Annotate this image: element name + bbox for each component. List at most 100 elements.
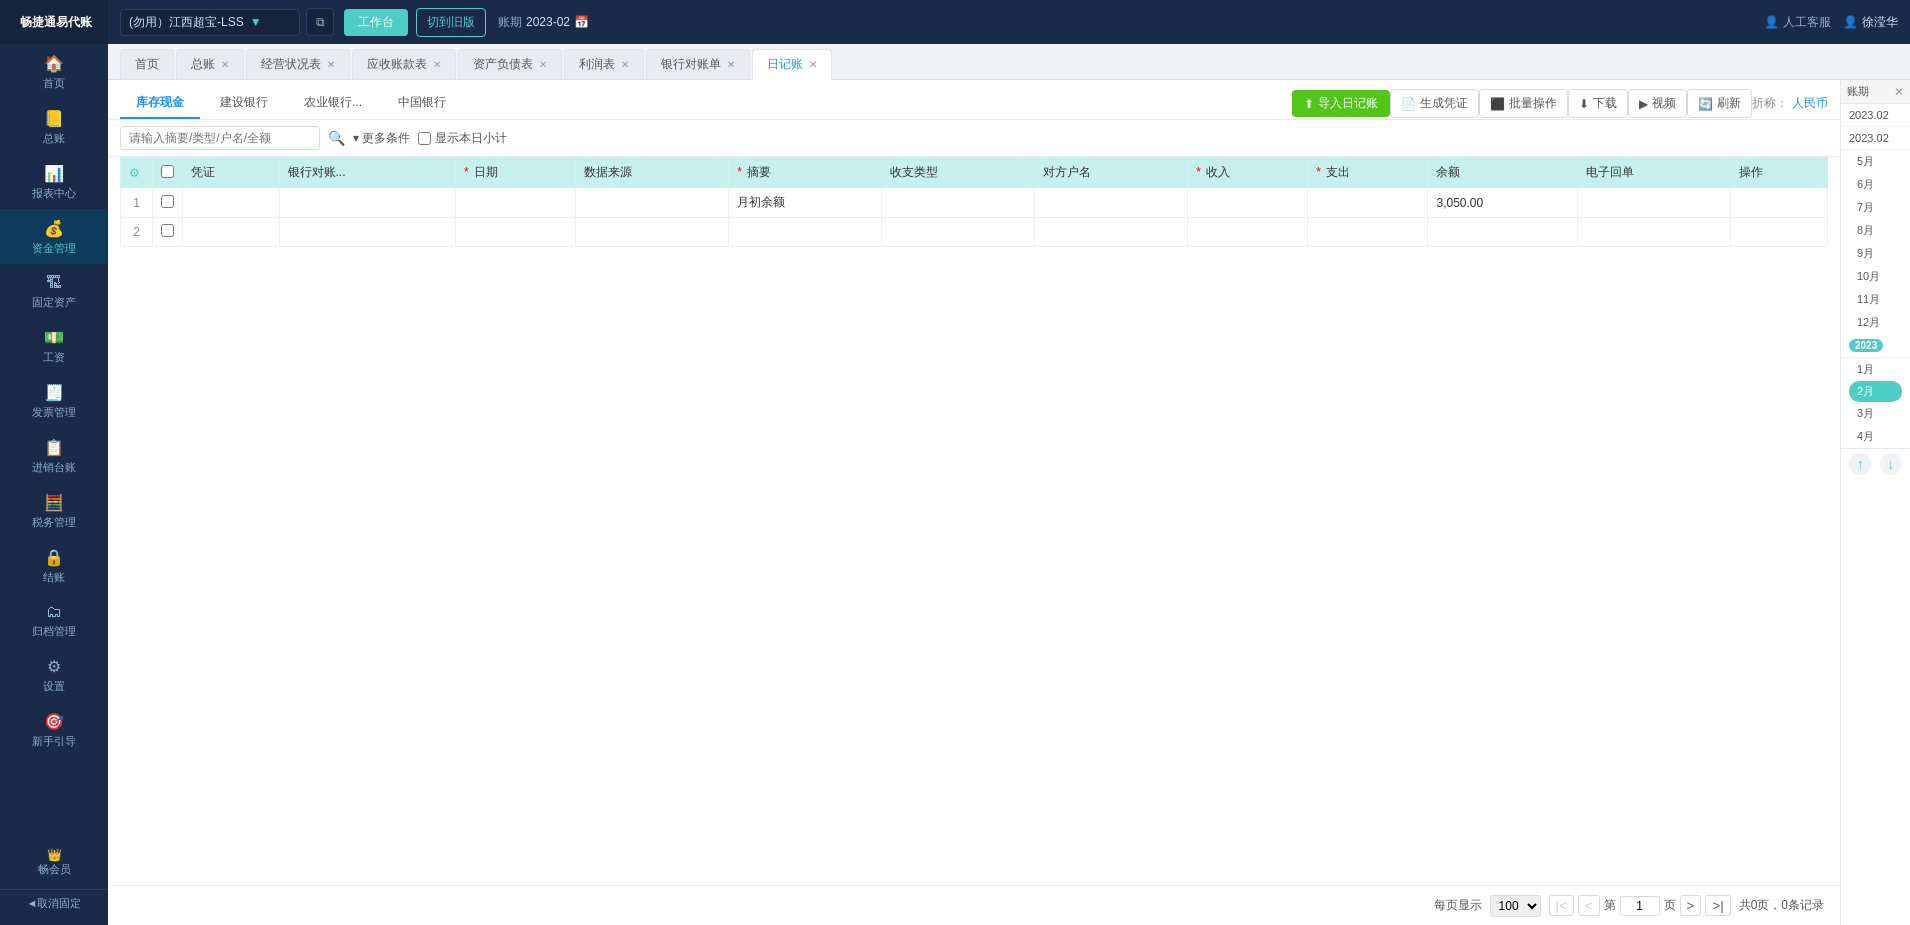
first-page-button[interactable]: |< xyxy=(1549,895,1574,916)
user-avatar-icon: 👤 xyxy=(1843,15,1858,29)
tab-journal[interactable]: 日记账 ✕ xyxy=(752,49,832,80)
today-subtotal-checkbox-label[interactable]: 显示本日小计 xyxy=(418,130,507,147)
import-journal-button[interactable]: ⬆ 导入日记账 xyxy=(1292,90,1390,117)
select-all-checkbox[interactable] xyxy=(161,165,174,178)
col-pay-type: 收支类型 xyxy=(882,158,1035,188)
date-month-8[interactable]: 8月 xyxy=(1841,219,1910,242)
row-2-checkbox[interactable] xyxy=(153,218,183,247)
batch-operation-button[interactable]: ⬛ 批量操作 xyxy=(1479,89,1568,118)
tab-home[interactable]: 首页 xyxy=(120,49,174,79)
sidebar-item-close[interactable]: 🔒 结账 xyxy=(0,538,108,593)
col-action: 操作 xyxy=(1731,158,1828,188)
column-settings-icon[interactable]: ⚙ xyxy=(129,166,140,180)
refresh-button[interactable]: 🔄 刷新 xyxy=(1687,89,1752,118)
tab-receivable-close-icon[interactable]: ✕ xyxy=(433,59,441,70)
page-number-input[interactable] xyxy=(1620,896,1660,916)
sub-tab-zhongguo[interactable]: 中国银行 xyxy=(382,88,462,119)
search-input[interactable] xyxy=(120,126,320,150)
more-filter-button[interactable]: ▾ 更多条件 xyxy=(353,130,410,147)
sub-tab-jianshe-label: 建设银行 xyxy=(220,95,268,109)
last-page-button[interactable]: >| xyxy=(1705,895,1730,916)
date-month-4[interactable]: 4月 xyxy=(1841,425,1910,448)
date-month-1[interactable]: 1月 xyxy=(1841,358,1910,381)
date-month-2-active[interactable]: 2月 xyxy=(1849,381,1902,402)
prev-page-button[interactable]: < xyxy=(1578,895,1600,916)
pagination: |< < 第 页 > >| xyxy=(1549,895,1731,916)
tab-assets[interactable]: 资产负债表 ✕ xyxy=(458,49,562,79)
date-month-9[interactable]: 9月 xyxy=(1841,242,1910,265)
col-balance: 余额 xyxy=(1428,158,1578,188)
date-year-item-top1[interactable]: 2023.02 xyxy=(1841,104,1910,127)
generate-voucher-button[interactable]: 📄 生成凭证 xyxy=(1390,89,1479,118)
date-month-7[interactable]: 7月 xyxy=(1841,196,1910,219)
sidebar-item-ledger[interactable]: 📒 总账 xyxy=(0,99,108,154)
table-header-row: ⚙ 凭证 银行对账... 日期 xyxy=(121,158,1828,188)
ledger-icon: 📒 xyxy=(44,109,64,128)
per-page-select[interactable]: 100 50 200 xyxy=(1490,895,1541,917)
tab-ledger-label: 总账 xyxy=(191,56,215,73)
tab-bank-close-icon[interactable]: ✕ xyxy=(727,59,735,70)
date-next-button[interactable]: ↓ xyxy=(1880,453,1902,475)
tab-status-close-icon[interactable]: ✕ xyxy=(327,59,335,70)
sub-tab-nongye[interactable]: 农业银行... xyxy=(288,88,378,119)
switch-version-button[interactable]: 切到旧版 xyxy=(416,8,486,37)
period-calendar-icon[interactable]: 📅 xyxy=(574,15,589,29)
tab-journal-close-icon[interactable]: ✕ xyxy=(809,59,817,70)
sidebar-item-settings[interactable]: ⚙ 设置 xyxy=(0,647,108,702)
workbench-button[interactable]: 工作台 xyxy=(344,9,408,36)
search-icon[interactable]: 🔍 xyxy=(328,130,345,146)
current-year-badge: 2023 xyxy=(1849,339,1883,352)
sidebar-item-archive[interactable]: 🗂 归档管理 xyxy=(0,593,108,647)
date-current-year[interactable]: 2023 xyxy=(1841,334,1910,358)
date-month-11[interactable]: 11月 xyxy=(1841,288,1910,311)
sidebar-item-vip[interactable]: 👑 畅会员 xyxy=(0,840,108,885)
sidebar-item-report[interactable]: 📊 报表中心 xyxy=(0,154,108,209)
date-month-10[interactable]: 10月 xyxy=(1841,265,1910,288)
date-panel-title: 账期 xyxy=(1847,84,1869,99)
date-month-5[interactable]: 5月 xyxy=(1841,150,1910,173)
download-button[interactable]: ⬇ 下载 xyxy=(1568,89,1628,118)
sidebar-item-assets-mgmt[interactable]: 💰 资金管理 xyxy=(0,209,108,264)
date-month-12[interactable]: 12月 xyxy=(1841,311,1910,334)
col-settings[interactable]: ⚙ xyxy=(121,158,153,188)
tab-profit[interactable]: 利润表 ✕ xyxy=(564,49,644,79)
customer-service[interactable]: 👤 人工客服 xyxy=(1764,14,1831,31)
tab-status[interactable]: 经营状况表 ✕ xyxy=(246,49,350,79)
unfix-label: ◄取消固定 xyxy=(27,896,82,911)
next-page-button[interactable]: > xyxy=(1680,895,1702,916)
today-subtotal-checkbox[interactable] xyxy=(418,132,431,145)
sidebar-item-home[interactable]: 🏠 首页 xyxy=(0,44,108,99)
date-month-6[interactable]: 6月 xyxy=(1841,173,1910,196)
sub-tab-cash[interactable]: 库存现金 xyxy=(120,88,200,119)
copy-button[interactable]: ⧉ xyxy=(306,8,334,36)
sidebar-item-fixed-assets[interactable]: 🏗 固定资产 xyxy=(0,264,108,318)
row-1-income xyxy=(1188,188,1308,218)
sidebar-item-payroll[interactable]: 💵 工资 xyxy=(0,318,108,373)
date-panel-close-button[interactable]: ✕ xyxy=(1894,85,1904,99)
date-nav: ↑ ↓ xyxy=(1841,448,1910,479)
date-year-item-top2[interactable]: 2023.02 xyxy=(1841,127,1910,150)
row-1-checkbox[interactable] xyxy=(153,188,183,218)
sidebar-item-invoice[interactable]: 🧾 发票管理 xyxy=(0,373,108,428)
assets-mgmt-icon: 💰 xyxy=(44,219,64,238)
unfix-button[interactable]: ◄取消固定 xyxy=(0,889,108,917)
tab-assets-close-icon[interactable]: ✕ xyxy=(539,59,547,70)
date-month-3[interactable]: 3月 xyxy=(1841,402,1910,425)
sub-tab-jianshe[interactable]: 建设银行 xyxy=(204,88,284,119)
copy-icon: ⧉ xyxy=(316,15,325,29)
date-prev-button[interactable]: ↑ xyxy=(1849,453,1871,475)
sidebar-item-newbie[interactable]: 🎯 新手引导 xyxy=(0,702,108,757)
tab-ledger-close-icon[interactable]: ✕ xyxy=(221,59,229,70)
user-menu[interactable]: 👤 徐滢华 xyxy=(1843,14,1898,31)
tab-receivable[interactable]: 应收账款表 ✕ xyxy=(352,49,456,79)
col-source: 数据来源 xyxy=(576,158,729,188)
tab-bank[interactable]: 银行对账单 ✕ xyxy=(646,49,750,79)
row-2-expense xyxy=(1308,218,1428,247)
col-checkbox[interactable] xyxy=(153,158,183,188)
tab-profit-close-icon[interactable]: ✕ xyxy=(621,59,629,70)
sidebar-item-tax[interactable]: 🧮 税务管理 xyxy=(0,483,108,538)
tab-ledger[interactable]: 总账 ✕ xyxy=(176,49,244,79)
company-select[interactable]: (勿用）江西超宝-LSS ▼ xyxy=(120,9,300,36)
sidebar-item-sales[interactable]: 📋 进销台账 xyxy=(0,428,108,483)
video-button[interactable]: ▶ 视频 xyxy=(1628,89,1687,118)
